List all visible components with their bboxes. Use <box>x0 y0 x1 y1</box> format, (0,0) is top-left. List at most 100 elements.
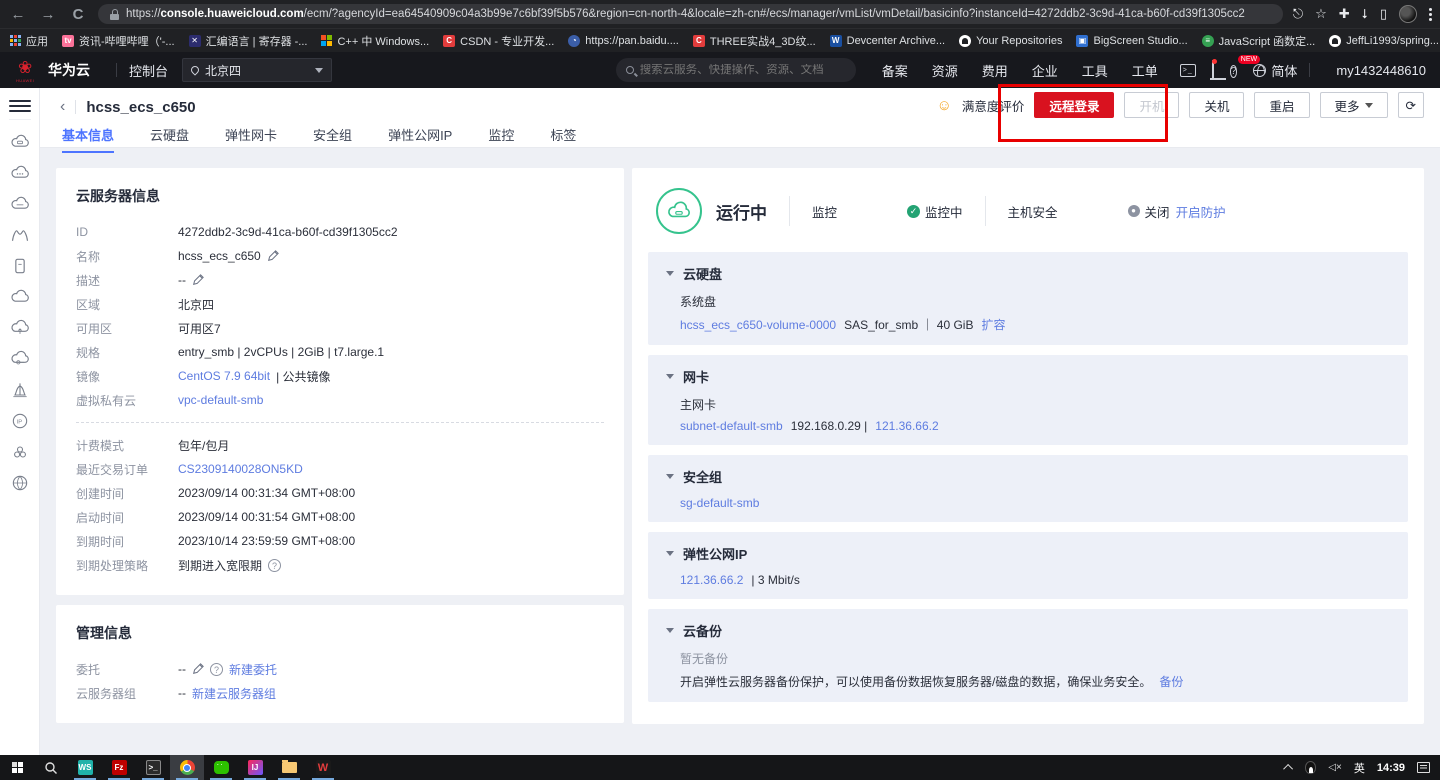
brand-name[interactable]: 华为云 <box>48 60 90 80</box>
huawei-logo[interactable]: ❀ HUAWEI <box>14 58 40 83</box>
profile-avatar[interactable] <box>1399 5 1417 23</box>
ip-address-icon[interactable]: IP <box>10 412 30 430</box>
enable-protection-link[interactable]: 开启防护 <box>1176 202 1226 221</box>
taskbar-intellij[interactable]: IJ <box>238 755 272 780</box>
hamburger-menu-icon[interactable] <box>8 96 31 120</box>
vpc-globe-icon[interactable] <box>10 474 30 492</box>
taskbar-search[interactable] <box>34 755 68 780</box>
bookmark-repos[interactable]: Your Repositories <box>959 34 1062 47</box>
bookmark-star-icon[interactable]: ☆ <box>1315 6 1327 22</box>
user-group-icon[interactable] <box>10 443 30 461</box>
taskbar-wechat[interactable] <box>204 755 238 780</box>
sg-section-header[interactable]: 安全组 <box>666 467 1390 486</box>
menu-billing[interactable]: 费用 <box>982 61 1008 80</box>
vpc-link[interactable]: vpc-default-smb <box>178 393 263 407</box>
ecs-cloud-server-icon[interactable] <box>10 133 30 151</box>
remote-login-button[interactable]: 远程登录 <box>1034 92 1115 118</box>
bookmark-csdn[interactable]: C CSDN - 专业开发... <box>443 33 554 49</box>
menu-tools[interactable]: 工具 <box>1082 61 1108 80</box>
reading-list-icon[interactable]: ▯ <box>1380 6 1387 22</box>
ime-indicator[interactable]: 英 <box>1354 760 1365 776</box>
cloud-disk-icon[interactable] <box>10 195 30 213</box>
subnet-link[interactable]: subnet-default-smb <box>680 419 783 433</box>
order-link[interactable]: CS2309140028ON5KD <box>178 462 303 476</box>
help-circle-icon[interactable]: ? <box>268 558 282 572</box>
expand-disk-link[interactable]: 扩容 <box>981 316 1005 333</box>
server-card-icon[interactable] <box>10 257 30 275</box>
bookmark-baidupan[interactable]: ◔ https://pan.baidu.... <box>568 34 679 47</box>
taskbar-explorer[interactable] <box>272 755 306 780</box>
dedicated-host-icon[interactable] <box>10 381 30 399</box>
region-selector[interactable]: 北京四 <box>182 58 333 82</box>
more-button[interactable]: 更多 <box>1319 92 1388 118</box>
eip-section-header[interactable]: 弹性公网IP <box>666 544 1390 563</box>
bookmark-bigscreen[interactable]: ▣ BigScreen Studio... <box>1076 34 1188 47</box>
power-on-button[interactable]: 开机 <box>1124 92 1180 118</box>
address-bar[interactable]: https://console.huaweicloud.com/ecm/?age… <box>98 4 1283 24</box>
back-arrow-icon[interactable]: ‹ <box>60 98 65 116</box>
cloud-upload-icon[interactable] <box>10 319 30 337</box>
backup-link[interactable]: 备份 <box>1159 673 1183 690</box>
help-circle-icon[interactable]: ? <box>210 662 223 676</box>
console-link[interactable]: 控制台 <box>129 61 168 80</box>
volume-link[interactable]: hcss_ecs_c650-volume-0000 <box>680 318 836 332</box>
security-group-link[interactable]: sg-default-smb <box>680 496 759 510</box>
bookmark-jeffli[interactable]: JeffLi1993/spring... <box>1329 34 1439 47</box>
menu-beian[interactable]: 备案 <box>882 61 908 80</box>
bookmark-bilibili[interactable]: tv 资讯-哔哩哔哩（'-... <box>62 33 175 49</box>
taskbar-chrome[interactable] <box>170 755 204 780</box>
restart-button[interactable]: 重启 <box>1254 92 1310 118</box>
create-agency-link[interactable]: 新建委托 <box>229 661 277 678</box>
edit-name-icon[interactable] <box>267 250 279 262</box>
nic-section-header[interactable]: 网卡 <box>666 367 1390 386</box>
edit-agency-icon[interactable] <box>192 663 204 675</box>
browser-menu-icon[interactable] <box>1429 7 1432 21</box>
share-icon[interactable]: ⎋ <box>1293 6 1303 22</box>
downloads-icon[interactable]: ⭣ <box>1362 6 1368 22</box>
satisfaction-link[interactable]: 满意度评价 <box>962 96 1025 115</box>
notifications-bell-icon[interactable] <box>1211 59 1217 79</box>
browser-forward-icon[interactable]: → <box>38 6 58 23</box>
browser-back-icon[interactable]: ← <box>8 6 28 23</box>
create-server-group-link[interactable]: 新建云服务器组 <box>192 685 276 702</box>
extensions-puzzle-icon[interactable]: ✚ <box>1339 6 1350 22</box>
power-off-button[interactable]: 关机 <box>1189 92 1245 118</box>
bookmark-cpp-windows[interactable]: C++ 中 Windows... <box>321 33 429 49</box>
bookmark-javascript[interactable]: ≡ JavaScript 函数定... <box>1201 33 1315 49</box>
taskbar-wps-writer[interactable]: WS <box>68 755 102 780</box>
eip-link[interactable]: 121.36.66.2 <box>680 573 743 587</box>
cli-terminal-icon[interactable]: >_ <box>1179 63 1196 77</box>
menu-enterprise[interactable]: 企业 <box>1032 61 1058 80</box>
account-name[interactable]: my1432448610 <box>1336 63 1426 78</box>
start-button[interactable] <box>0 755 34 780</box>
language-switcher[interactable]: 简体 <box>1253 61 1297 80</box>
taskbar-filezilla[interactable]: Fz <box>102 755 136 780</box>
bookmark-three[interactable]: C THREE实战4_3D纹... <box>692 33 816 49</box>
taskbar-cmd[interactable]: >_ <box>136 755 170 780</box>
volume-muted-icon[interactable]: ◁× <box>1328 762 1342 773</box>
action-center-icon[interactable] <box>1417 762 1430 773</box>
clock[interactable]: 14:39 <box>1377 762 1405 774</box>
taskbar-wps-office[interactable]: W <box>306 755 340 780</box>
disk-section-header[interactable]: 云硬盘 <box>666 264 1390 283</box>
menu-tickets[interactable]: 工单 <box>1132 61 1158 80</box>
menu-resources[interactable]: 资源 <box>932 61 958 80</box>
nic-eip-link[interactable]: 121.36.66.2 <box>875 419 938 433</box>
image-link[interactable]: CentOS 7.9 64bit <box>178 369 270 383</box>
search-input[interactable] <box>639 64 840 76</box>
help-icon[interactable]: ? NEW <box>1229 55 1261 79</box>
auto-scaling-icon[interactable] <box>10 226 30 244</box>
backup-section-header[interactable]: 云备份 <box>666 621 1390 640</box>
tray-expand-icon[interactable] <box>1283 763 1294 774</box>
cloud-key-icon[interactable] <box>10 350 30 368</box>
cloud-dots-icon[interactable] <box>10 164 30 182</box>
edit-desc-icon[interactable] <box>192 274 204 286</box>
qq-tray-icon[interactable] <box>1305 761 1317 774</box>
refresh-button[interactable]: ⟳ <box>1397 92 1424 118</box>
bookmark-apps[interactable]: 应用 <box>10 33 48 49</box>
global-search[interactable] <box>615 58 856 82</box>
bookmark-devcenter[interactable]: W Devcenter Archive... <box>829 34 945 47</box>
cloud-icon[interactable] <box>10 288 30 306</box>
browser-reload-icon[interactable]: C <box>68 6 88 23</box>
bookmark-assembly[interactable]: ✕ 汇编语言 | 寄存器 -... <box>188 33 307 49</box>
